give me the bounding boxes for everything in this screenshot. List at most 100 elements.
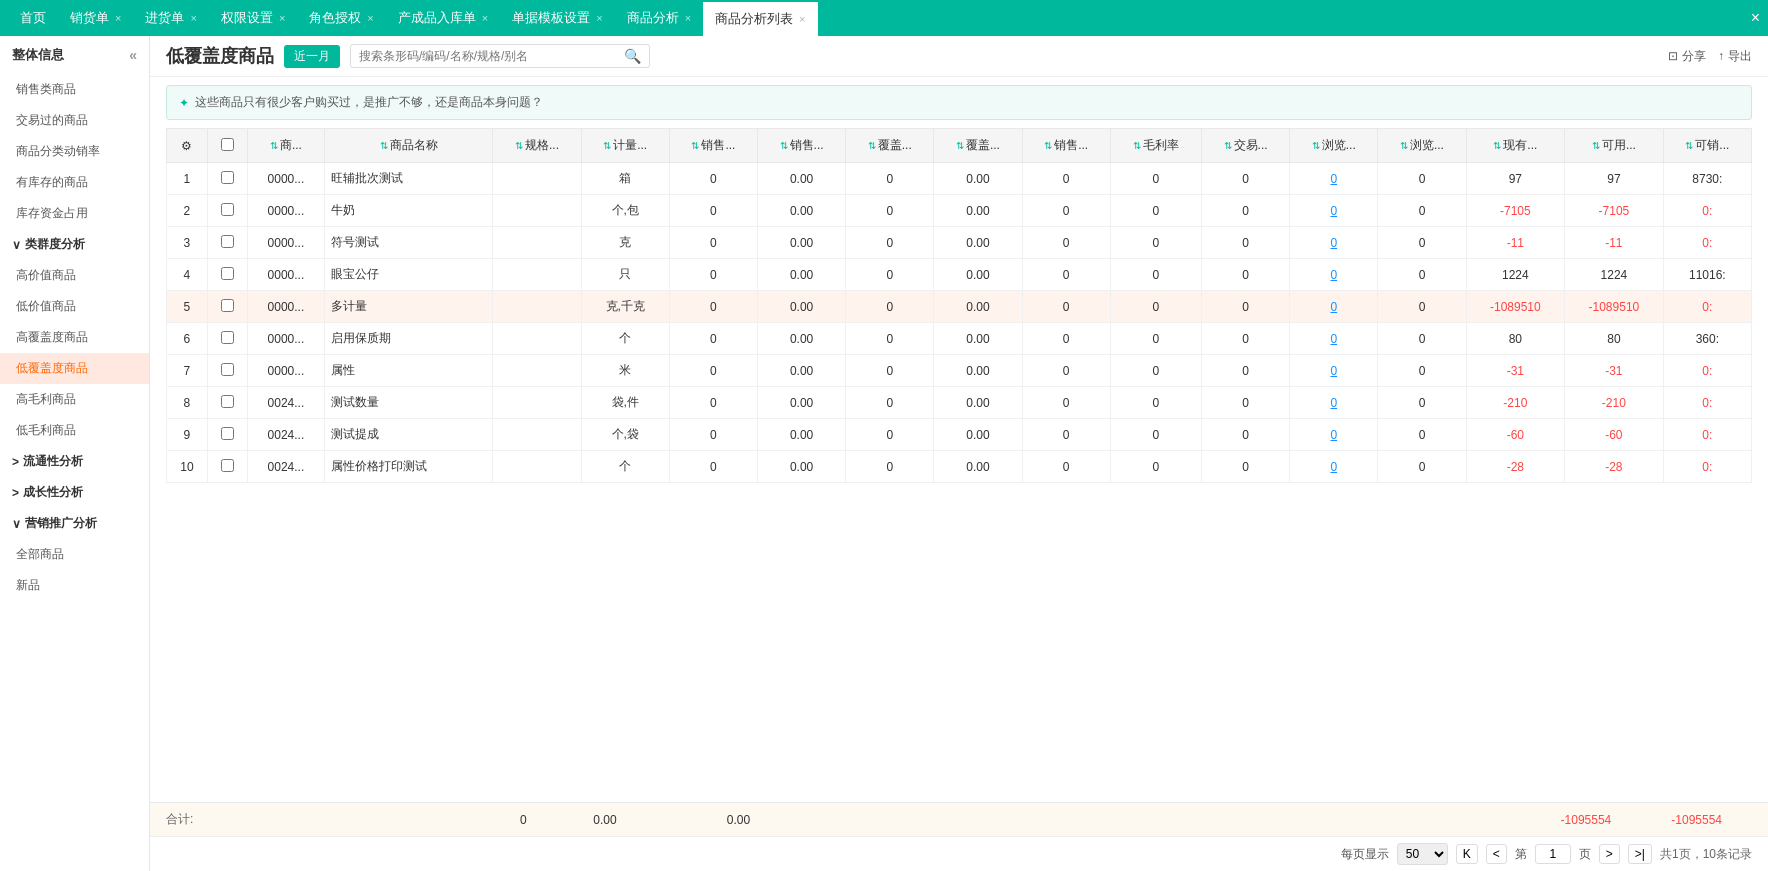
nav-purchase-order[interactable]: 进货单 × <box>133 0 208 36</box>
row-checkbox[interactable] <box>207 163 247 195</box>
prev-page-button[interactable]: < <box>1486 844 1507 864</box>
th-code[interactable]: ⇅商... <box>247 129 324 163</box>
row-browse1[interactable]: 0 <box>1290 323 1378 355</box>
sidebar-item-all-goods[interactable]: 全部商品 <box>0 539 149 570</box>
time-filter-button[interactable]: 近一月 <box>284 45 340 68</box>
row-checkbox[interactable] <box>207 387 247 419</box>
close-icon[interactable]: × <box>596 12 602 24</box>
row-browse1[interactable]: 0 <box>1290 291 1378 323</box>
row-browse1[interactable]: 0 <box>1290 195 1378 227</box>
sidebar-item-low-value[interactable]: 低价值商品 <box>0 291 149 322</box>
sidebar-item-stocked-goods[interactable]: 有库存的商品 <box>0 167 149 198</box>
row-select-checkbox[interactable] <box>221 331 234 344</box>
nav-home[interactable]: 首页 <box>8 0 58 36</box>
nav-product-analysis[interactable]: 商品分析 × <box>615 0 703 36</box>
close-icon[interactable]: × <box>799 13 805 25</box>
row-browse1[interactable]: 0 <box>1290 259 1378 291</box>
row-select-checkbox[interactable] <box>221 171 234 184</box>
th-sales3[interactable]: ⇅销售... <box>1022 129 1110 163</box>
select-all-checkbox[interactable] <box>221 138 234 151</box>
share-button[interactable]: ⊡ 分享 <box>1668 48 1706 65</box>
th-current-stock[interactable]: ⇅现有... <box>1466 129 1565 163</box>
row-browse1[interactable]: 0 <box>1290 419 1378 451</box>
close-icon[interactable]: × <box>115 12 121 24</box>
nav-template-settings[interactable]: 单据模板设置 × <box>500 0 614 36</box>
th-cover2[interactable]: ⇅覆盖... <box>934 129 1022 163</box>
th-browse2[interactable]: ⇅浏览... <box>1378 129 1466 163</box>
nav-product-inbound[interactable]: 产成品入库单 × <box>386 0 500 36</box>
close-icon[interactable]: × <box>279 12 285 24</box>
sidebar-section-growth[interactable]: > 成长性分析 <box>0 477 149 508</box>
sidebar-section-circulation[interactable]: > 流通性分析 <box>0 446 149 477</box>
row-checkbox[interactable] <box>207 355 247 387</box>
sidebar-item-high-value[interactable]: 高价值商品 <box>0 260 149 291</box>
nav-role-auth[interactable]: 角色授权 × <box>297 0 385 36</box>
row-transaction: 0 <box>1202 195 1290 227</box>
sidebar-item-new-goods[interactable]: 新品 <box>0 570 149 601</box>
sidebar-section-marketing[interactable]: ∨ 营销推广分析 <box>0 508 149 539</box>
nav-sales-order[interactable]: 销货单 × <box>58 0 133 36</box>
row-select-checkbox[interactable] <box>221 299 234 312</box>
row-browse1[interactable]: 0 <box>1290 387 1378 419</box>
sidebar-item-category-rate[interactable]: 商品分类动销率 <box>0 136 149 167</box>
row-browse1[interactable]: 0 <box>1290 163 1378 195</box>
row-sales3: 0 <box>1022 163 1110 195</box>
row-browse1[interactable]: 0 <box>1290 355 1378 387</box>
page-size-select[interactable]: 50 10 20 100 <box>1397 843 1448 865</box>
th-gross-margin[interactable]: ⇅毛利率 <box>1110 129 1201 163</box>
row-checkbox[interactable] <box>207 195 247 227</box>
row-checkbox[interactable] <box>207 259 247 291</box>
row-checkbox[interactable] <box>207 323 247 355</box>
close-icon[interactable]: × <box>367 12 373 24</box>
next-page-button[interactable]: > <box>1599 844 1620 864</box>
sidebar-item-low-coverage[interactable]: 低覆盖度商品 <box>0 353 149 384</box>
th-transaction[interactable]: ⇅交易... <box>1202 129 1290 163</box>
page-number-input[interactable] <box>1535 844 1571 864</box>
row-select-checkbox[interactable] <box>221 363 234 376</box>
row-select-checkbox[interactable] <box>221 459 234 472</box>
th-cover1[interactable]: ⇅覆盖... <box>846 129 934 163</box>
settings-header[interactable]: ⚙ <box>167 129 208 163</box>
close-icon[interactable]: × <box>190 12 196 24</box>
sidebar-item-high-coverage[interactable]: 高覆盖度商品 <box>0 322 149 353</box>
close-window-button[interactable]: × <box>1751 9 1760 27</box>
export-button[interactable]: ↑ 导出 <box>1718 48 1752 65</box>
row-checkbox[interactable] <box>207 419 247 451</box>
th-spec[interactable]: ⇅规格... <box>493 129 581 163</box>
sidebar-item-sales-goods[interactable]: 销售类商品 <box>0 74 149 105</box>
row-select-checkbox[interactable] <box>221 203 234 216</box>
close-icon[interactable]: × <box>482 12 488 24</box>
row-checkbox[interactable] <box>207 291 247 323</box>
row-select-checkbox[interactable] <box>221 235 234 248</box>
th-browse1[interactable]: ⇅浏览... <box>1290 129 1378 163</box>
nav-product-analysis-list[interactable]: 商品分析列表 × <box>703 0 817 36</box>
th-sales-amt[interactable]: ⇅销售... <box>758 129 846 163</box>
first-page-button[interactable]: K <box>1456 844 1478 864</box>
row-select-checkbox[interactable] <box>221 427 234 440</box>
row-select-checkbox[interactable] <box>221 395 234 408</box>
th-sales-qty[interactable]: ⇅销售... <box>669 129 757 163</box>
th-saleable[interactable]: ⇅可销... <box>1663 129 1751 163</box>
row-browse1[interactable]: 0 <box>1290 227 1378 259</box>
th-available[interactable]: ⇅可用... <box>1565 129 1664 163</box>
checkbox-header[interactable] <box>207 129 247 163</box>
settings-icon[interactable]: ⚙ <box>181 139 192 153</box>
sidebar-item-high-margin[interactable]: 高毛利商品 <box>0 384 149 415</box>
close-icon[interactable]: × <box>685 12 691 24</box>
row-checkbox[interactable] <box>207 227 247 259</box>
th-unit[interactable]: ⇅计量... <box>581 129 669 163</box>
sidebar-item-low-margin[interactable]: 低毛利商品 <box>0 415 149 446</box>
sidebar-collapse-button[interactable]: « <box>129 47 137 63</box>
search-input[interactable] <box>359 49 624 63</box>
row-checkbox[interactable] <box>207 451 247 483</box>
sidebar-header[interactable]: 整体信息 « <box>0 36 149 74</box>
nav-permission[interactable]: 权限设置 × <box>209 0 297 36</box>
row-select-checkbox[interactable] <box>221 267 234 280</box>
search-icon[interactable]: 🔍 <box>624 48 641 64</box>
sidebar-section-category[interactable]: ∨ 类群度分析 <box>0 229 149 260</box>
row-browse1[interactable]: 0 <box>1290 451 1378 483</box>
sidebar-item-traded-goods[interactable]: 交易过的商品 <box>0 105 149 136</box>
last-page-button[interactable]: >| <box>1628 844 1652 864</box>
th-name[interactable]: ⇅商品名称 <box>324 129 493 163</box>
sidebar-item-stock-capital[interactable]: 库存资金占用 <box>0 198 149 229</box>
